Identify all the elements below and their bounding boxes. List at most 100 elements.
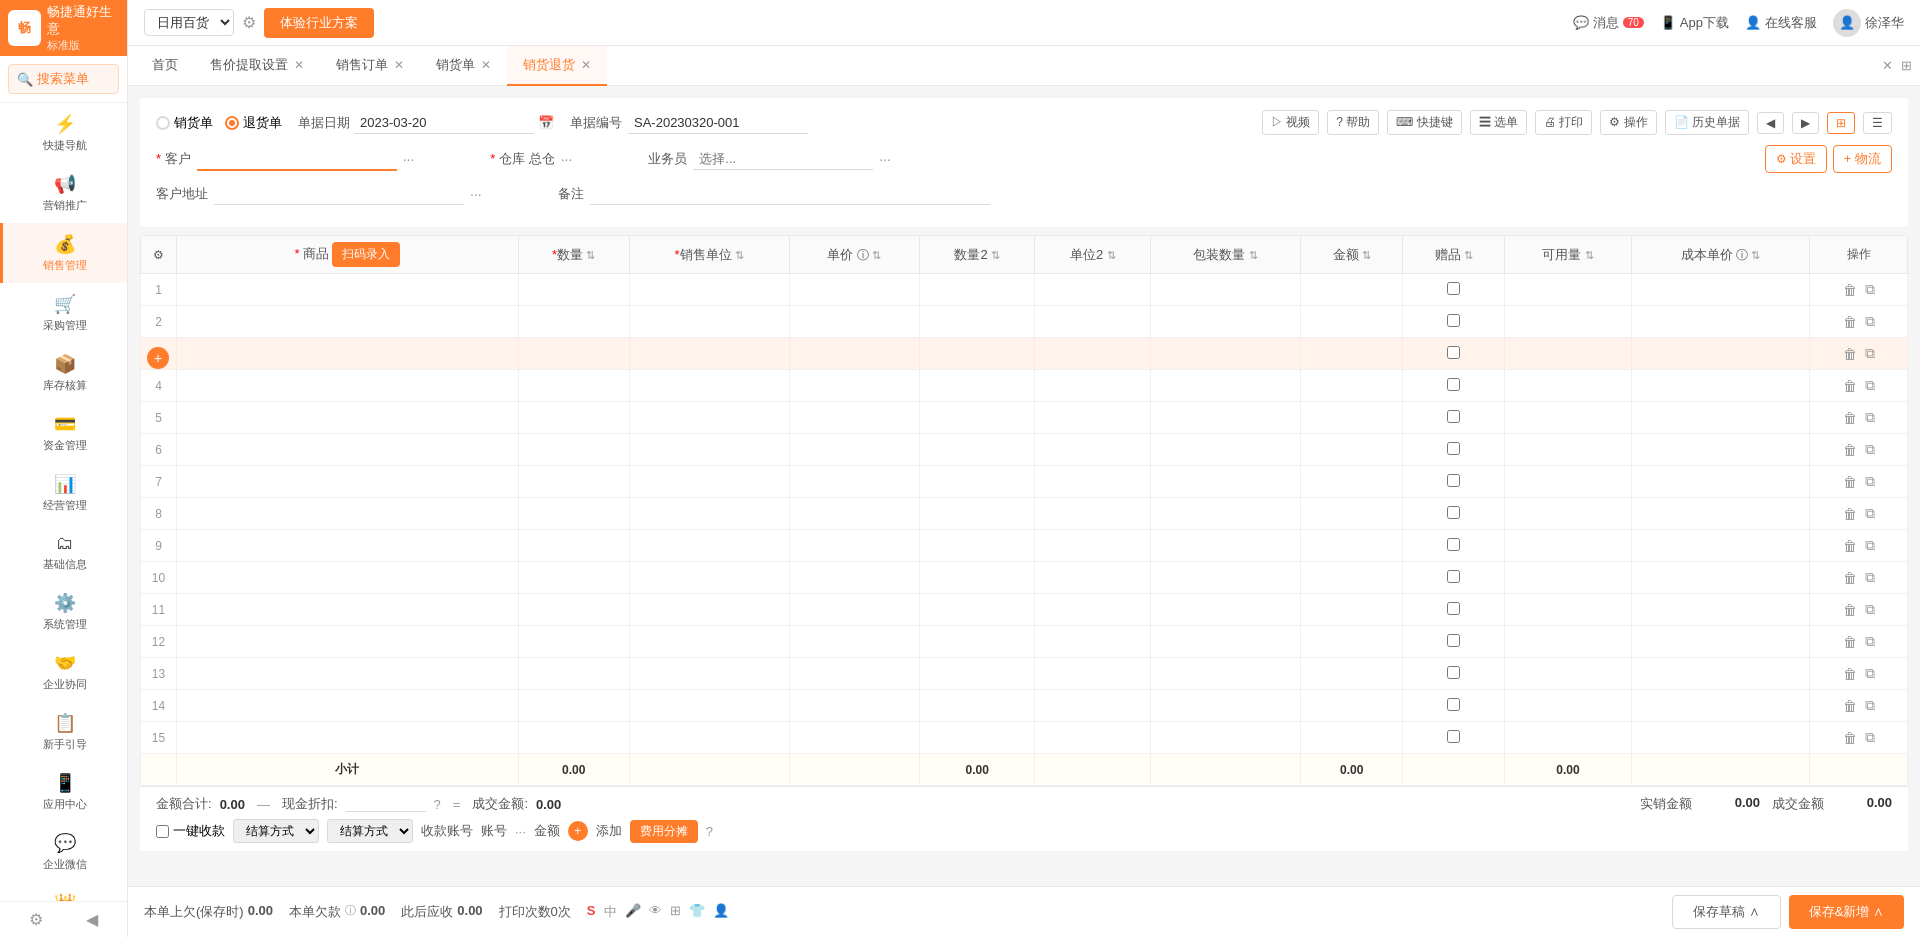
sidebar-item-kuaijie[interactable]: ⚡ 快捷导航 <box>0 103 127 163</box>
tab-sales-return[interactable]: 销货退货 ✕ <box>507 46 607 86</box>
amount-cell-active[interactable] <box>1301 338 1403 370</box>
sidebar-item-xitong[interactable]: ⚙️ 系统管理 <box>0 582 127 642</box>
delete-row-btn[interactable]: 🗑 <box>1841 567 1859 588</box>
sidebar-item-kucun[interactable]: 📦 库存核算 <box>0 343 127 403</box>
gift-checkbox[interactable] <box>1447 314 1460 327</box>
unit-cell[interactable] <box>630 306 790 338</box>
tab-sales-bill[interactable]: 销货单 ✕ <box>420 46 507 86</box>
sidebar-item-yingyong[interactable]: 📱 应用中心 <box>0 762 127 822</box>
delete-row-btn[interactable]: 🗑 <box>1841 663 1859 684</box>
amount-cell[interactable] <box>1301 306 1403 338</box>
delete-row-btn[interactable]: 🗑 <box>1841 471 1859 492</box>
pack-qty-cell[interactable] <box>1151 306 1301 338</box>
online-service-btn[interactable]: 👤 在线客服 <box>1745 14 1817 32</box>
gift-cell[interactable] <box>1403 274 1505 306</box>
sidebar-item-xinshouyindao[interactable]: 📋 新手引导 <box>0 702 127 762</box>
order-no-input[interactable] <box>628 112 808 134</box>
product-input[interactable] <box>185 346 510 361</box>
gift-checkbox[interactable] <box>1447 410 1460 423</box>
collapse-button[interactable]: ◀ <box>86 910 98 929</box>
cost-price-cell[interactable] <box>1631 274 1809 306</box>
qty-cell[interactable] <box>518 306 630 338</box>
unit-cell[interactable] <box>630 274 790 306</box>
product-cell-active[interactable] <box>177 338 519 370</box>
copy-row-btn[interactable]: ⧉ <box>1863 471 1877 492</box>
list-view-btn[interactable]: ☰ <box>1863 112 1892 134</box>
gift-checkbox[interactable] <box>1447 282 1460 295</box>
radio-xiaohuo[interactable]: 销货单 <box>156 114 213 132</box>
tool-eye-icon[interactable]: 👁 <box>649 903 662 921</box>
sidebar-item-caigou[interactable]: 🛒 采购管理 <box>0 283 127 343</box>
user-avatar[interactable]: 👤 徐泽华 <box>1833 9 1904 37</box>
delete-row-btn[interactable]: 🗑 <box>1841 631 1859 652</box>
delete-row-btn[interactable]: 🗑 <box>1841 439 1859 460</box>
address-input[interactable] <box>214 183 464 205</box>
sidebar-item-changhyuanr[interactable]: 👑 畅会员 <box>0 882 127 901</box>
tab-price-extract[interactable]: 售价提取设置 ✕ <box>194 46 320 86</box>
gift-cell-active[interactable] <box>1403 338 1505 370</box>
copy-row-btn[interactable]: ⧉ <box>1863 695 1877 716</box>
tab-close-sales-return[interactable]: ✕ <box>581 58 591 72</box>
delete-row-btn[interactable]: 🗑 <box>1841 375 1859 396</box>
tab-close-sales-bill[interactable]: ✕ <box>481 58 491 72</box>
amount-cell[interactable] <box>1301 274 1403 306</box>
tool-grid-icon[interactable]: ⊞ <box>670 903 681 921</box>
tab-home[interactable]: 首页 <box>136 46 194 86</box>
cost-price-cell[interactable] <box>1631 306 1809 338</box>
search-menu-button[interactable]: 🔍 搜索菜单 <box>8 64 119 94</box>
gift-checkbox[interactable] <box>1447 538 1460 551</box>
date-input[interactable] <box>354 112 534 134</box>
tool-person-icon[interactable]: 👤 <box>713 903 729 921</box>
remark-input[interactable] <box>590 183 990 205</box>
delete-row-btn[interactable]: 🗑 <box>1841 407 1859 428</box>
sidebar-item-zijin[interactable]: 💳 资金管理 <box>0 403 127 463</box>
available-cell[interactable] <box>1505 306 1631 338</box>
gift-checkbox[interactable] <box>1447 698 1460 711</box>
tab-close-all-icon[interactable]: ✕ <box>1882 58 1893 73</box>
settlement-method-select[interactable]: 结算方式 <box>233 819 319 843</box>
tab-close-sales-order[interactable]: ✕ <box>394 58 404 72</box>
gift-checkbox[interactable] <box>1447 666 1460 679</box>
one-click-collect-checkbox[interactable]: 一键收款 <box>156 822 225 840</box>
cost-price-cell-active[interactable] <box>1631 338 1809 370</box>
copy-row-btn[interactable]: ⧉ <box>1863 279 1877 300</box>
unit2-cell[interactable] <box>1035 274 1151 306</box>
save-draft-btn[interactable]: 保存草稿 ∧ <box>1672 895 1781 929</box>
gift-checkbox-active[interactable] <box>1447 346 1460 359</box>
sidebar-item-qiyexietong[interactable]: 🤝 企业协同 <box>0 642 127 702</box>
th-settings[interactable]: ⚙ <box>141 236 177 274</box>
customer-input[interactable] <box>197 148 397 171</box>
operation-btn[interactable]: ⚙ 操作 <box>1600 110 1656 135</box>
fee-split-btn[interactable]: 费用分摊 <box>630 820 698 843</box>
calc-method-select[interactable]: 结算方式 <box>327 819 413 843</box>
delete-row-btn[interactable]: 🗑 <box>1841 343 1859 364</box>
logistics-btn[interactable]: + 物流 <box>1833 145 1892 173</box>
sidebar-item-qiyeweixin[interactable]: 💬 企业微信 <box>0 822 127 882</box>
qty2-cell[interactable] <box>919 274 1035 306</box>
qty2-cell-active[interactable] <box>919 338 1035 370</box>
copy-row-btn[interactable]: ⧉ <box>1863 599 1877 620</box>
topbar-gear-icon[interactable]: ⚙ <box>242 13 256 32</box>
prev-bill-btn[interactable]: ◀ <box>1757 112 1784 134</box>
pack-qty-cell[interactable] <box>1151 274 1301 306</box>
pack-qty-cell-active[interactable] <box>1151 338 1301 370</box>
radio-tuihuo[interactable]: 退货单 <box>225 114 282 132</box>
gift-checkbox[interactable] <box>1447 474 1460 487</box>
price-cell[interactable] <box>789 274 919 306</box>
price-cell-active[interactable] <box>789 338 919 370</box>
sidebar-item-jingying[interactable]: 📊 经营管理 <box>0 463 127 523</box>
qty-cell-active[interactable] <box>518 338 630 370</box>
add-payment-btn[interactable]: + <box>568 821 588 841</box>
unit-cell-active[interactable] <box>630 338 790 370</box>
save-new-btn[interactable]: 保存&新增 ∧ <box>1789 895 1904 929</box>
gift-checkbox[interactable] <box>1447 602 1460 615</box>
address-dots-btn[interactable]: ··· <box>470 186 482 202</box>
gift-checkbox[interactable] <box>1447 442 1460 455</box>
copy-row-btn[interactable]: ⧉ <box>1863 567 1877 588</box>
discount-input[interactable] <box>346 796 426 812</box>
app-download-btn[interactable]: 📱 App下载 <box>1660 14 1729 32</box>
gift-checkbox[interactable] <box>1447 730 1460 743</box>
video-btn[interactable]: ▷ 视频 <box>1262 110 1319 135</box>
select-bill-btn[interactable]: ☰ 选单 <box>1470 110 1527 135</box>
delete-row-btn[interactable]: 🗑 <box>1841 279 1859 300</box>
